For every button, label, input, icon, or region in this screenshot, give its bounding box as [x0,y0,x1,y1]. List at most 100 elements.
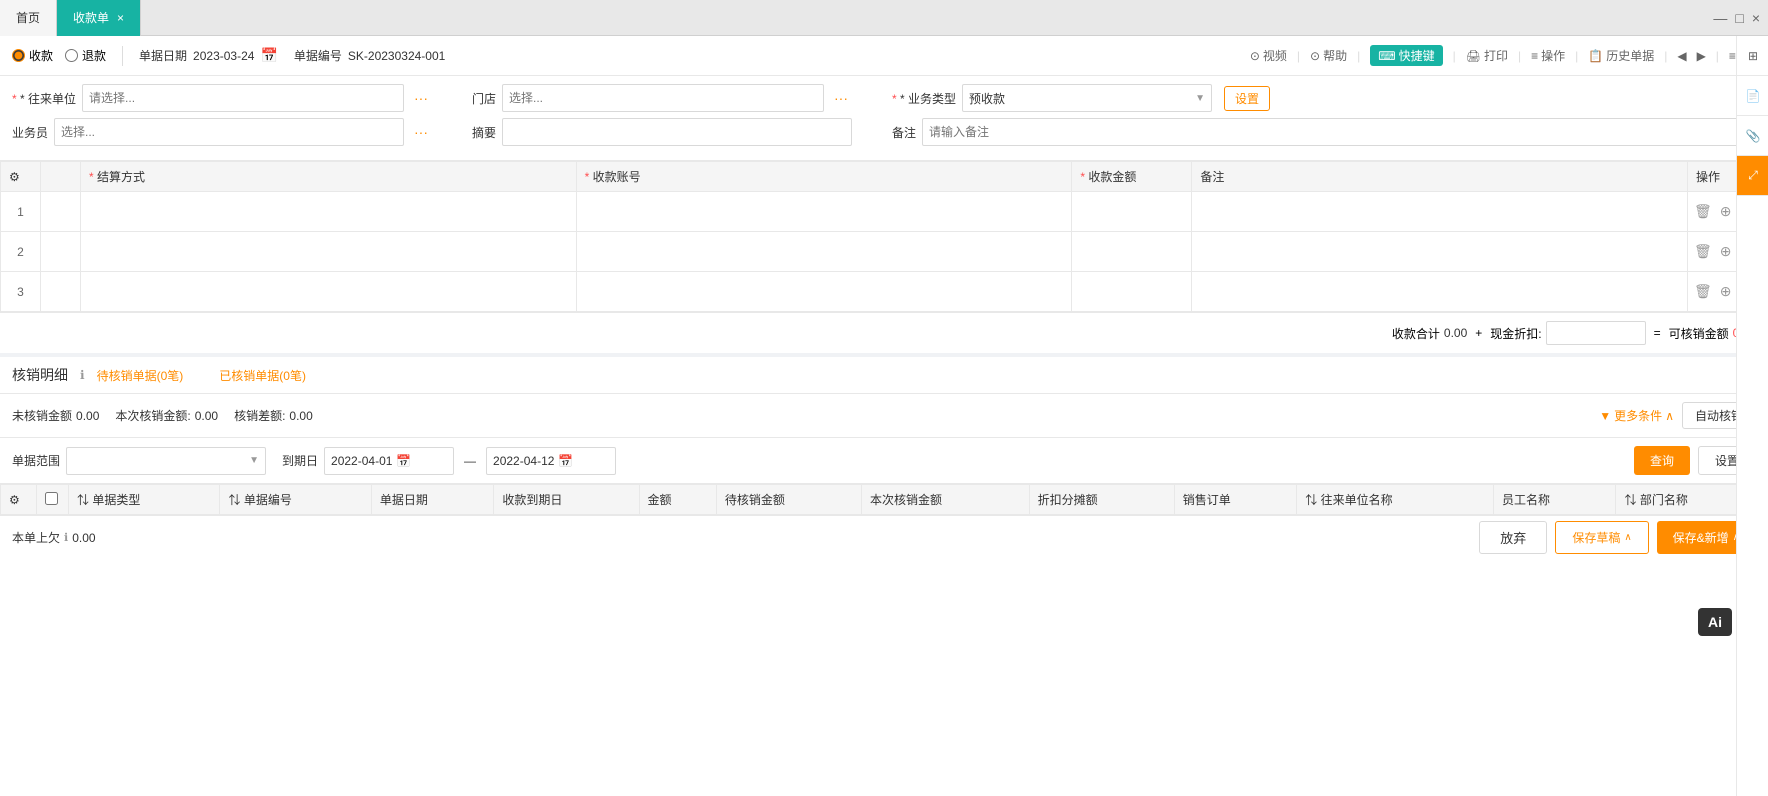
shortcut-label: 快捷键 [1399,47,1435,64]
row-3-delete-icon[interactable]: 🗑 [1692,281,1714,302]
close-icon[interactable]: × [1752,10,1760,26]
row-3-account-input[interactable] [577,272,1072,311]
row-1-remark-input[interactable] [1192,192,1687,231]
save-draft-button[interactable]: 保存草稿 ∧ [1555,521,1648,554]
vth-check[interactable] [37,485,69,515]
action-operate[interactable]: ≡ 操作 [1531,47,1565,64]
maximize-icon[interactable]: □ [1735,10,1743,26]
th-amount-label: 收款金额 [1088,170,1136,184]
action-help[interactable]: ⊙ 帮助 [1310,47,1347,64]
query-button[interactable]: 查询 [1634,446,1690,475]
verified-tab-link[interactable]: 已核销单据(0笔) [219,367,306,384]
verify-info-icon[interactable]: ℹ [80,368,85,382]
counterpart-input[interactable] [82,84,404,112]
sidebar-table-btn[interactable]: ⊞ [1737,36,1768,76]
date-to-picker[interactable]: 2022-04-12 📅 [486,447,616,475]
business-type-select[interactable]: 预收款 ▼ [962,84,1212,112]
tab-home-label: 首页 [16,9,40,26]
row-3-account[interactable] [576,272,1072,312]
vth-dept-label: 部门名称 [1640,493,1688,507]
vth-verify-amount: 本次核销金额 [861,485,1029,515]
view-list[interactable]: ≡ [1729,49,1736,63]
ai-badge[interactable]: Ai [1698,608,1732,636]
row-1-remark[interactable] [1192,192,1688,232]
tab-window-controls: — □ × [1705,10,1768,26]
row-1-account-input[interactable] [577,192,1072,231]
th-rownum [41,162,81,192]
row-2-account[interactable] [576,232,1072,272]
radio-collection-input[interactable] [12,49,25,62]
page-info-icon[interactable]: ℹ [64,531,68,544]
row-3-amount[interactable] [1072,272,1192,312]
summary-input[interactable] [502,118,852,146]
row-1-settlement[interactable] [81,192,577,232]
row-2-settlement[interactable] [81,232,577,272]
row-2-remark-input[interactable] [1192,232,1687,271]
row-3-copy-icon[interactable]: ⊕ [1718,281,1734,302]
more-conditions-btn[interactable]: ▼ 更多条件 ∧ [1599,407,1674,424]
nav-prev[interactable]: ◀ [1677,49,1686,63]
row-3-remark[interactable] [1192,272,1688,312]
form-row-1: * 往来单位 ··· 门店 ··· * 业务类型 预收款 ▼ 设置 [12,84,1756,112]
action-print[interactable]: 🖨 打印 [1466,47,1508,64]
row-1-copy-icon[interactable]: ⊕ [1718,201,1734,222]
tab-receipt[interactable]: 收款单 × [57,0,141,36]
row-3-amount-input[interactable] [1072,272,1191,311]
pending-tab-link[interactable]: 待核销单据(0笔) [97,367,184,384]
vth-verify-amount-label: 本次核销金额 [870,493,942,507]
vth-check-input[interactable] [45,492,58,505]
range-select[interactable]: ▼ [66,447,266,475]
remark-input[interactable] [922,118,1756,146]
radio-collection[interactable]: 收款 [12,47,53,64]
row-2-remark[interactable] [1192,232,1688,272]
tab-close-icon[interactable]: × [117,11,124,25]
discount-item: 现金折扣: [1490,321,1645,345]
vth-type-sort[interactable]: ⇅ [77,493,89,507]
store-more-icon[interactable]: ··· [830,90,852,106]
row-2-amount[interactable] [1072,232,1192,272]
store-input[interactable] [502,84,824,112]
staff-input[interactable] [54,118,404,146]
row-3-settlement-input[interactable] [81,272,576,311]
vth-number-sort[interactable]: ⇅ [228,493,240,507]
sidebar-expand-btn[interactable]: ⤢ [1737,156,1768,196]
date-from-picker[interactable]: 2022-04-01 📅 [324,447,454,475]
equals-sign: = [1654,326,1661,340]
discount-input[interactable] [1546,321,1646,345]
remark-label: 备注 [892,124,916,141]
vth-counterpart-sort[interactable]: ⇅ [1305,493,1317,507]
row-3-settlement[interactable] [81,272,577,312]
action-history[interactable]: 📋 历史单据 [1588,47,1654,64]
row-2-settlement-input[interactable] [81,232,576,271]
row-2-account-input[interactable] [577,232,1072,271]
row-1-amount-input[interactable] [1072,192,1191,231]
sidebar-attachment-btn[interactable]: 📎 [1737,116,1768,156]
divider: | [1297,49,1300,63]
counterpart-more-icon[interactable]: ··· [410,90,432,106]
row-2-amount-input[interactable] [1072,232,1191,271]
row-1-account[interactable] [576,192,1072,232]
radio-refund-input[interactable] [65,49,78,62]
radio-refund[interactable]: 退款 [65,47,106,64]
nav-next[interactable]: ▶ [1697,49,1706,63]
settings-button[interactable]: 设置 [1224,86,1270,111]
staff-more-icon[interactable]: ··· [410,124,432,140]
row-1-delete-icon[interactable]: 🗑 [1692,201,1714,222]
calendar-icon[interactable]: 📅 [260,47,277,64]
th-gear[interactable]: ⚙ [1,162,41,192]
row-2-delete-icon[interactable]: 🗑 [1692,241,1714,262]
total-value: 0.00 [1444,326,1467,340]
tab-home[interactable]: 首页 [0,0,57,36]
row-1-settlement-input[interactable] [81,192,576,231]
action-shortcut[interactable]: ⌨ 快捷键 [1370,45,1442,66]
action-video[interactable]: ⊙ 视频 [1250,47,1287,64]
row-3-remark-input[interactable] [1192,272,1687,311]
sidebar-doc-btn[interactable]: 📄 [1737,76,1768,116]
vth-dept-sort[interactable]: ⇅ [1624,493,1636,507]
abandon-button[interactable]: 放弃 [1479,521,1547,554]
minimize-icon[interactable]: — [1713,10,1727,26]
row-1-amount[interactable] [1072,192,1192,232]
toolbar: 收款 退款 单据日期 2023-03-24 📅 单据编号 SK-20230324… [0,36,1768,76]
vth-gear[interactable]: ⚙ [1,485,37,515]
row-2-copy-icon[interactable]: ⊕ [1718,241,1734,262]
